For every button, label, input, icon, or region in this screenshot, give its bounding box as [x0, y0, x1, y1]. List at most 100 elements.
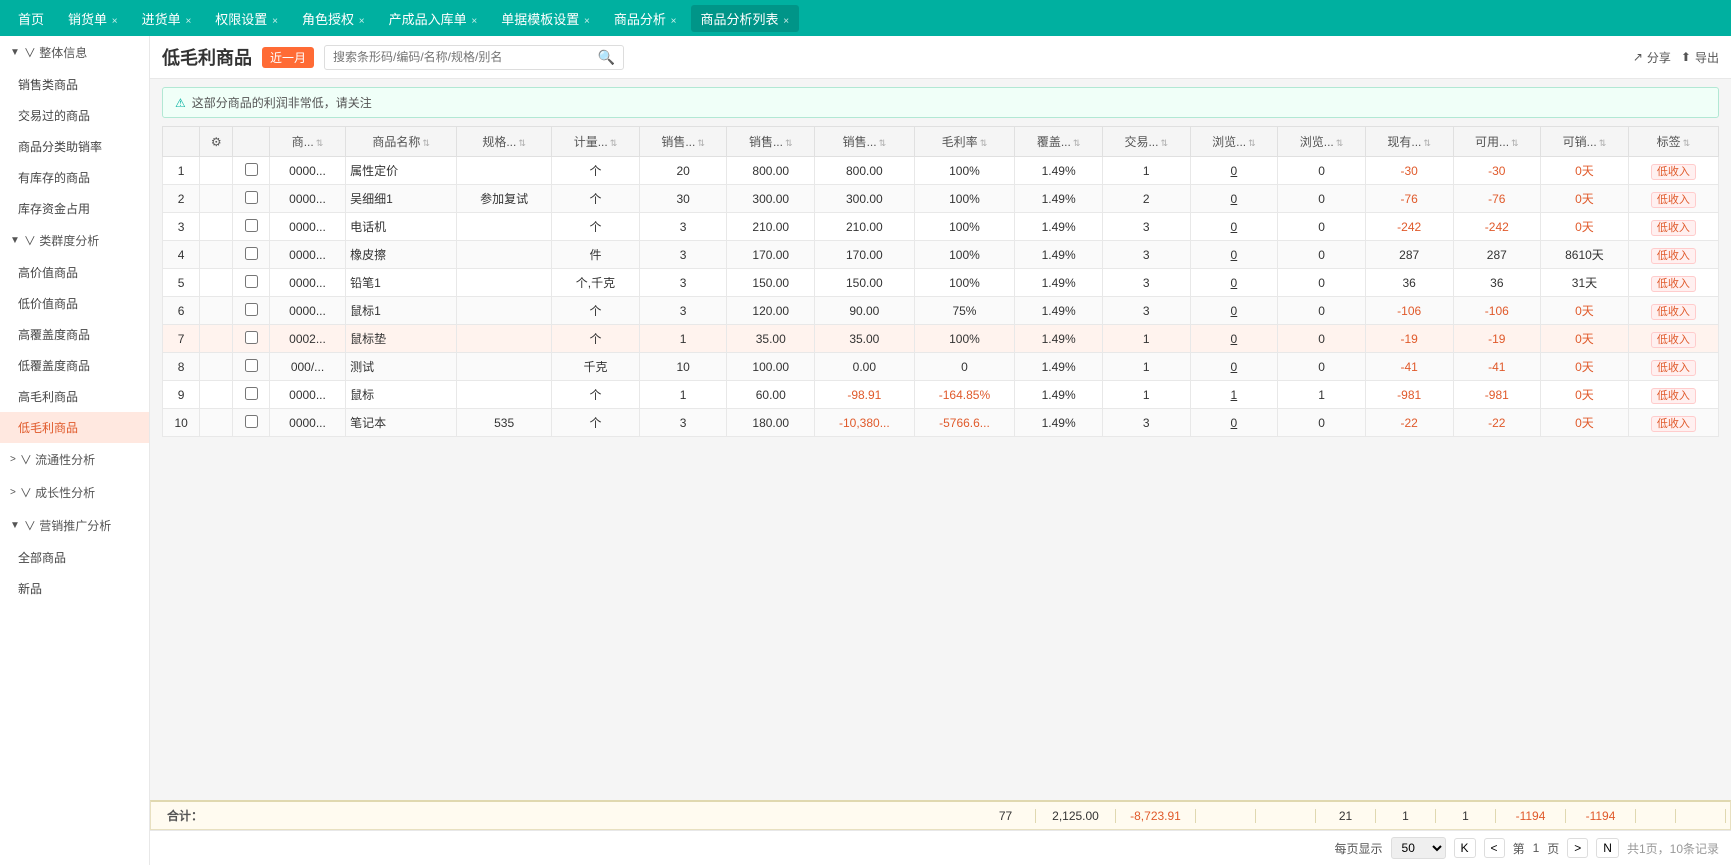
top-nav: 首页销货单 ×进货单 ×权限设置 ×角色授权 ×产成品入库单 ×单据模板设置 ×…	[0, 0, 1731, 36]
cell-checkbox[interactable]	[233, 409, 270, 437]
cell-browse-a[interactable]: 0	[1190, 241, 1278, 269]
prev-page-button[interactable]: <	[1484, 838, 1505, 858]
cell-checkbox[interactable]	[233, 241, 270, 269]
next-page-button[interactable]: >	[1567, 838, 1588, 858]
cell-browse-a[interactable]: 0	[1190, 297, 1278, 325]
tag-label: 低收入	[1651, 192, 1696, 208]
nav-close-icon[interactable]: ×	[581, 16, 590, 27]
nav-item-产成品入库单[interactable]: 产成品入库单 ×	[379, 5, 488, 32]
sidebar-item-全部商品[interactable]: 全部商品	[0, 542, 149, 573]
cell-browse-a[interactable]: 0	[1190, 213, 1278, 241]
cell-checkbox[interactable]	[233, 185, 270, 213]
nav-close-icon[interactable]: ×	[668, 16, 677, 27]
table-body: 10000...属性定价个20800.00800.00100%1.49%100-…	[163, 157, 1719, 437]
cell-browse-a[interactable]: 0	[1190, 409, 1278, 437]
cell-browse-a[interactable]: 0	[1190, 325, 1278, 353]
nav-item-权限设置[interactable]: 权限设置 ×	[205, 5, 288, 32]
cell-checkbox[interactable]	[233, 353, 270, 381]
sort-icon: ⇅	[1248, 138, 1256, 148]
export-button[interactable]: ⬆ 导出	[1681, 49, 1719, 66]
cell-browse-b: 0	[1278, 409, 1366, 437]
notice-bar: ⚠ 这部分商品的利润非常低，请关注	[162, 87, 1719, 118]
row-checkbox[interactable]	[245, 275, 258, 288]
col-header-settings[interactable]: ⚙	[200, 127, 233, 157]
cell-sales-amount: 60.00	[727, 381, 815, 409]
nav-close-icon[interactable]: ×	[469, 16, 478, 27]
nav-item-角色授权[interactable]: 角色授权 ×	[292, 5, 375, 32]
cell-current-stock: 287	[1365, 241, 1453, 269]
row-checkbox[interactable]	[245, 163, 258, 176]
row-checkbox[interactable]	[245, 219, 258, 232]
nav-item-商品分析[interactable]: 商品分析 ×	[604, 5, 687, 32]
sidebar-item-商品分类助销率[interactable]: 商品分类助销率	[0, 131, 149, 162]
cell-browse-a[interactable]: 1	[1190, 381, 1278, 409]
search-icon[interactable]: 🔍	[598, 49, 615, 66]
sort-icon: ⇅	[980, 138, 988, 148]
sidebar-item-交易过的商品[interactable]: 交易过的商品	[0, 100, 149, 131]
sidebar-item-低毛利商品[interactable]: 低毛利商品	[0, 412, 149, 443]
sidebar-section-流通性分析[interactable]: >∨ 流通性分析	[0, 443, 149, 476]
nav-close-icon[interactable]: ×	[183, 16, 192, 27]
pagination-bar: 每页显示 50 100 K < 第 1 页 > N 共1页，10条记录	[150, 830, 1731, 865]
cell-checkbox[interactable]	[233, 157, 270, 185]
row-checkbox[interactable]	[245, 387, 258, 400]
sidebar-item-低价值商品[interactable]: 低价值商品	[0, 288, 149, 319]
cell-checkbox[interactable]	[233, 213, 270, 241]
sidebar-item-有库存的商品[interactable]: 有库存的商品	[0, 162, 149, 193]
row-checkbox[interactable]	[245, 359, 258, 372]
cell-settings	[200, 185, 233, 213]
cell-browse-a[interactable]: 0	[1190, 269, 1278, 297]
cell-current-stock: -76	[1365, 185, 1453, 213]
first-page-button[interactable]: K	[1454, 838, 1476, 858]
cell-salable-stock: 31天	[1541, 269, 1629, 297]
table-row: 50000...铅笔1个,千克3150.00150.00100%1.49%300…	[163, 269, 1719, 297]
cell-tag: 低收入	[1628, 297, 1718, 325]
col-header-checkbox[interactable]	[233, 127, 270, 157]
sidebar-item-新品[interactable]: 新品	[0, 573, 149, 604]
nav-item-商品分析列表[interactable]: 商品分析列表 ×	[691, 5, 800, 32]
nav-close-icon[interactable]: ×	[269, 16, 278, 27]
cell-checkbox[interactable]	[233, 269, 270, 297]
nav-close-icon[interactable]: ×	[109, 16, 118, 27]
nav-close-icon[interactable]: ×	[781, 16, 790, 27]
cell-salable-stock: 0天	[1541, 409, 1629, 437]
sidebar-section-整体信息[interactable]: ▼∨ 整体信息	[0, 36, 149, 69]
cell-gross-rate: 100%	[914, 185, 1015, 213]
cell-checkbox[interactable]	[233, 297, 270, 325]
row-checkbox[interactable]	[245, 247, 258, 260]
cell-tag: 低收入	[1628, 325, 1718, 353]
cell-sales-amount: 170.00	[727, 241, 815, 269]
sidebar-section-成长性分析[interactable]: >∨ 成长性分析	[0, 476, 149, 509]
cell-checkbox[interactable]	[233, 381, 270, 409]
sidebar-item-高价值商品[interactable]: 高价值商品	[0, 257, 149, 288]
nav-close-icon[interactable]: ×	[356, 16, 365, 27]
row-checkbox[interactable]	[245, 191, 258, 204]
period-tag-button[interactable]: 近一月	[262, 47, 314, 68]
search-input[interactable]	[333, 50, 598, 64]
cell-browse-a[interactable]: 0	[1190, 353, 1278, 381]
share-button[interactable]: ↗ 分享	[1633, 49, 1671, 66]
sort-icon: ⇅	[1073, 138, 1081, 148]
sidebar-section-营销推广分析[interactable]: ▼∨ 营销推广分析	[0, 509, 149, 542]
sidebar-item-销售类商品[interactable]: 销售类商品	[0, 69, 149, 100]
nav-item-首页[interactable]: 首页	[8, 5, 54, 32]
sidebar-item-库存资金占用[interactable]: 库存资金占用	[0, 193, 149, 224]
row-checkbox[interactable]	[245, 303, 258, 316]
nav-item-进货单[interactable]: 进货单 ×	[132, 5, 202, 32]
section-arrow-icon: ▼	[10, 235, 20, 246]
nav-item-销货单[interactable]: 销货单 ×	[58, 5, 128, 32]
nav-item-单据模板设置[interactable]: 单据模板设置 ×	[491, 5, 600, 32]
sidebar-item-高毛利商品[interactable]: 高毛利商品	[0, 381, 149, 412]
sidebar-section-类群度分析[interactable]: ▼∨ 类群度分析	[0, 224, 149, 257]
row-checkbox[interactable]	[245, 415, 258, 428]
sidebar-item-低覆盖度商品[interactable]: 低覆盖度商品	[0, 350, 149, 381]
sort-icon: ⇅	[1511, 138, 1519, 148]
cell-checkbox[interactable]	[233, 325, 270, 353]
per-page-select[interactable]: 50 100	[1391, 837, 1446, 859]
last-page-button[interactable]: N	[1596, 838, 1619, 858]
cell-browse-a[interactable]: 0	[1190, 185, 1278, 213]
cell-coverage: 1.49%	[1015, 185, 1103, 213]
cell-browse-a[interactable]: 0	[1190, 157, 1278, 185]
row-checkbox[interactable]	[245, 331, 258, 344]
sidebar-item-高覆盖度商品[interactable]: 高覆盖度商品	[0, 319, 149, 350]
